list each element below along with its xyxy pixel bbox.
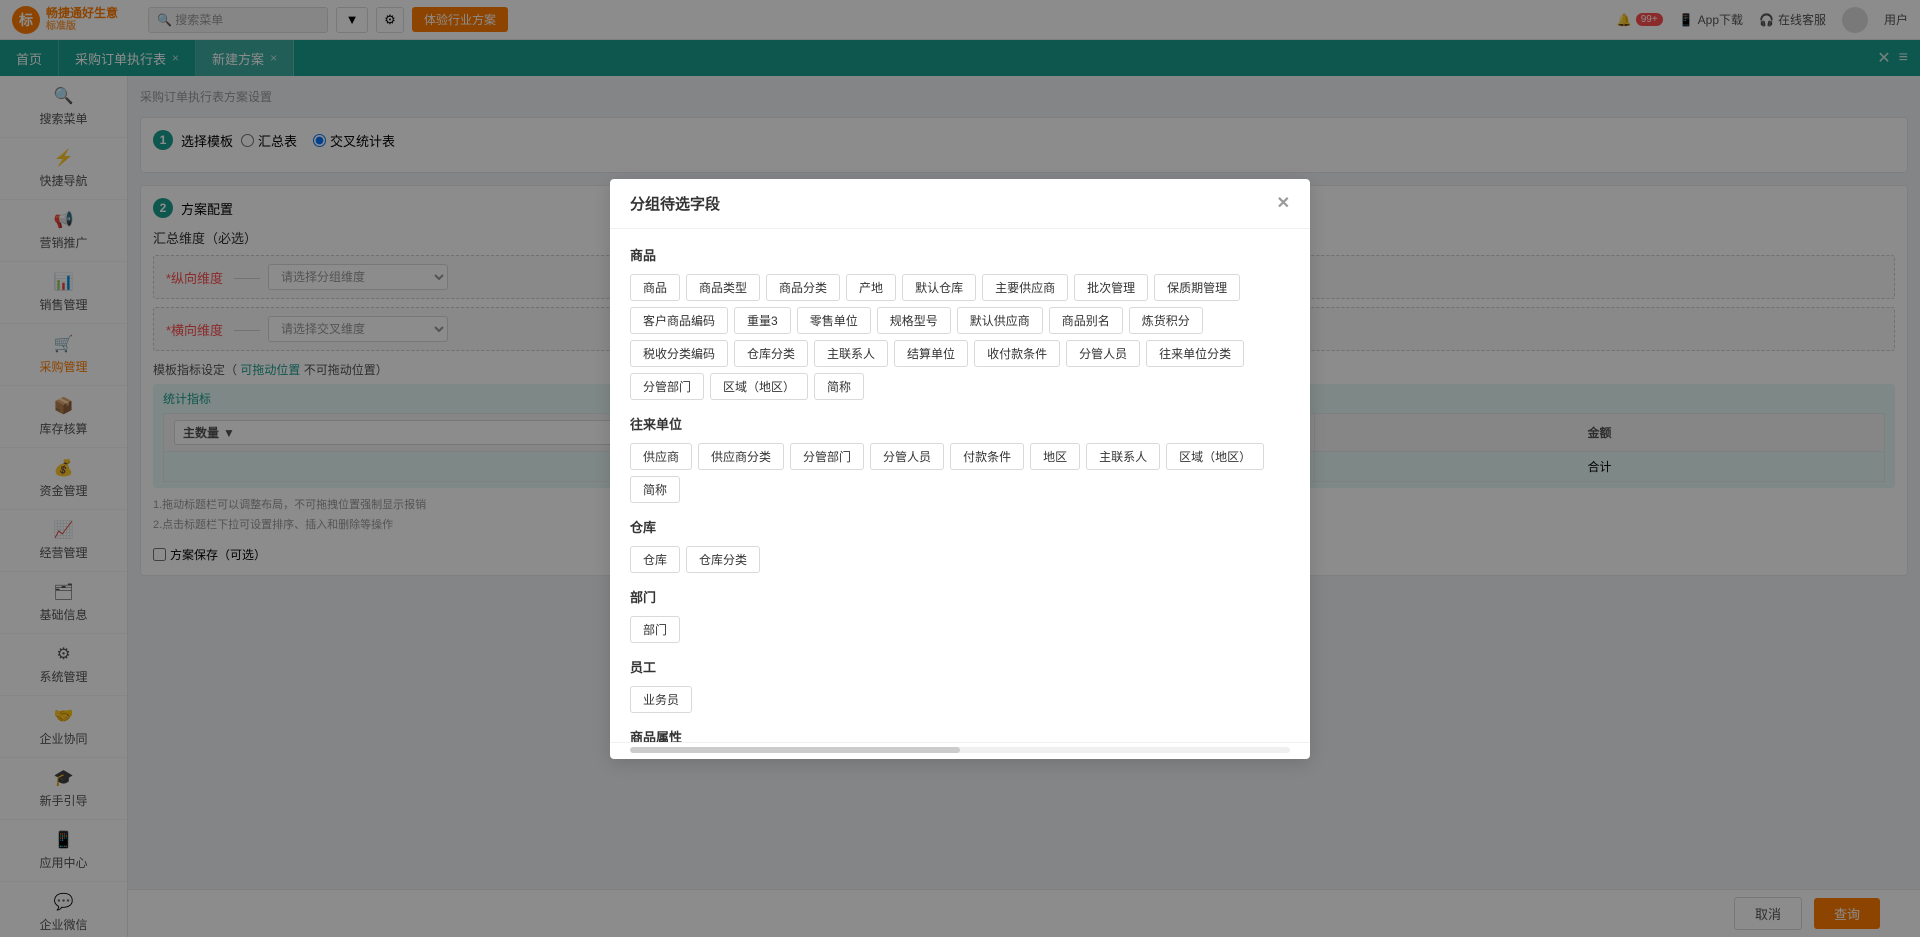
field-tag[interactable]: 地区 xyxy=(1030,443,1080,470)
section-title-employee: 员工 xyxy=(630,657,1290,676)
field-tag[interactable]: 结算单位 xyxy=(894,340,968,367)
section-title-product-attr: 商品属性 xyxy=(630,727,1290,742)
department-fields: 部门 xyxy=(630,616,1290,643)
partner-fields: 供应商供应商分类分管部门分管人员付款条件地区主联系人区域（地区） 简称 xyxy=(630,443,1290,503)
field-tag[interactable]: 区域（地区） xyxy=(1166,443,1264,470)
field-tag[interactable]: 分管人员 xyxy=(870,443,944,470)
field-tag[interactable]: 主要供应商 xyxy=(982,274,1068,301)
modal-dialog: 分组待选字段 ✕ 商品 商品商品类型商品分类产地默认仓库主要供应商批次管理保质期… xyxy=(610,179,1310,759)
field-tag[interactable]: 仓库 xyxy=(630,546,680,573)
employee-fields: 业务员 xyxy=(630,686,1290,713)
modal-hscrollbar[interactable] xyxy=(610,742,1310,759)
field-tag[interactable]: 简称 xyxy=(814,373,864,400)
field-tag[interactable]: 主联系人 xyxy=(814,340,888,367)
field-tag[interactable]: 部门 xyxy=(630,616,680,643)
hscrollbar-thumb xyxy=(630,747,960,753)
field-tag[interactable]: 产地 xyxy=(846,274,896,301)
field-tag[interactable]: 主联系人 xyxy=(1086,443,1160,470)
field-tag[interactable]: 供应商分类 xyxy=(698,443,784,470)
section-title-product: 商品 xyxy=(630,245,1290,264)
field-tag[interactable]: 分管部门 xyxy=(630,373,704,400)
field-tag[interactable]: 收付款条件 xyxy=(974,340,1060,367)
warehouse-fields: 仓库仓库分类 xyxy=(630,546,1290,573)
field-tag[interactable]: 商品类型 xyxy=(686,274,760,301)
field-tag[interactable]: 客户商品编码 xyxy=(630,307,728,334)
field-tag[interactable]: 分管人员 xyxy=(1066,340,1140,367)
field-tag[interactable]: 炼货积分 xyxy=(1129,307,1203,334)
modal-title: 分组待选字段 xyxy=(630,193,720,214)
modal-close-btn[interactable]: ✕ xyxy=(1277,193,1290,213)
modal-body: 商品 商品商品类型商品分类产地默认仓库主要供应商批次管理保质期管理客户商品编码重… xyxy=(610,229,1310,742)
field-tag[interactable]: 批次管理 xyxy=(1074,274,1148,301)
field-tag[interactable]: 商品分类 xyxy=(766,274,840,301)
field-tag[interactable]: 区域（地区） xyxy=(710,373,808,400)
field-tag[interactable]: 商品 xyxy=(630,274,680,301)
hscrollbar-track xyxy=(630,747,1290,753)
field-tag[interactable]: 业务员 xyxy=(630,686,692,713)
field-tag[interactable]: 分管部门 xyxy=(790,443,864,470)
field-tag[interactable]: 付款条件 xyxy=(950,443,1024,470)
field-tag[interactable]: 规格型号 xyxy=(877,307,951,334)
modal-overlay[interactable]: 分组待选字段 ✕ 商品 商品商品类型商品分类产地默认仓库主要供应商批次管理保质期… xyxy=(0,0,1920,937)
field-tag[interactable]: 零售单位 xyxy=(797,307,871,334)
product-fields: 商品商品类型商品分类产地默认仓库主要供应商批次管理保质期管理客户商品编码重量3零… xyxy=(630,274,1290,400)
field-tag[interactable]: 重量3 xyxy=(734,307,791,334)
field-tag[interactable]: 仓库分类 xyxy=(686,546,760,573)
field-tag[interactable]: 商品别名 xyxy=(1049,307,1123,334)
section-title-warehouse: 仓库 xyxy=(630,517,1290,536)
field-tag[interactable]: 供应商 xyxy=(630,443,692,470)
field-tag[interactable]: 简称 xyxy=(630,476,680,503)
section-title-partner: 往来单位 xyxy=(630,414,1290,433)
modal-header: 分组待选字段 ✕ xyxy=(610,179,1310,229)
field-tag[interactable]: 保质期管理 xyxy=(1154,274,1240,301)
field-tag[interactable]: 税收分类编码 xyxy=(630,340,728,367)
field-tag[interactable]: 往来单位分类 xyxy=(1146,340,1244,367)
section-title-department: 部门 xyxy=(630,587,1290,606)
field-tag[interactable]: 默认仓库 xyxy=(902,274,976,301)
field-tag[interactable]: 仓库分类 xyxy=(734,340,808,367)
field-tag[interactable]: 默认供应商 xyxy=(957,307,1043,334)
